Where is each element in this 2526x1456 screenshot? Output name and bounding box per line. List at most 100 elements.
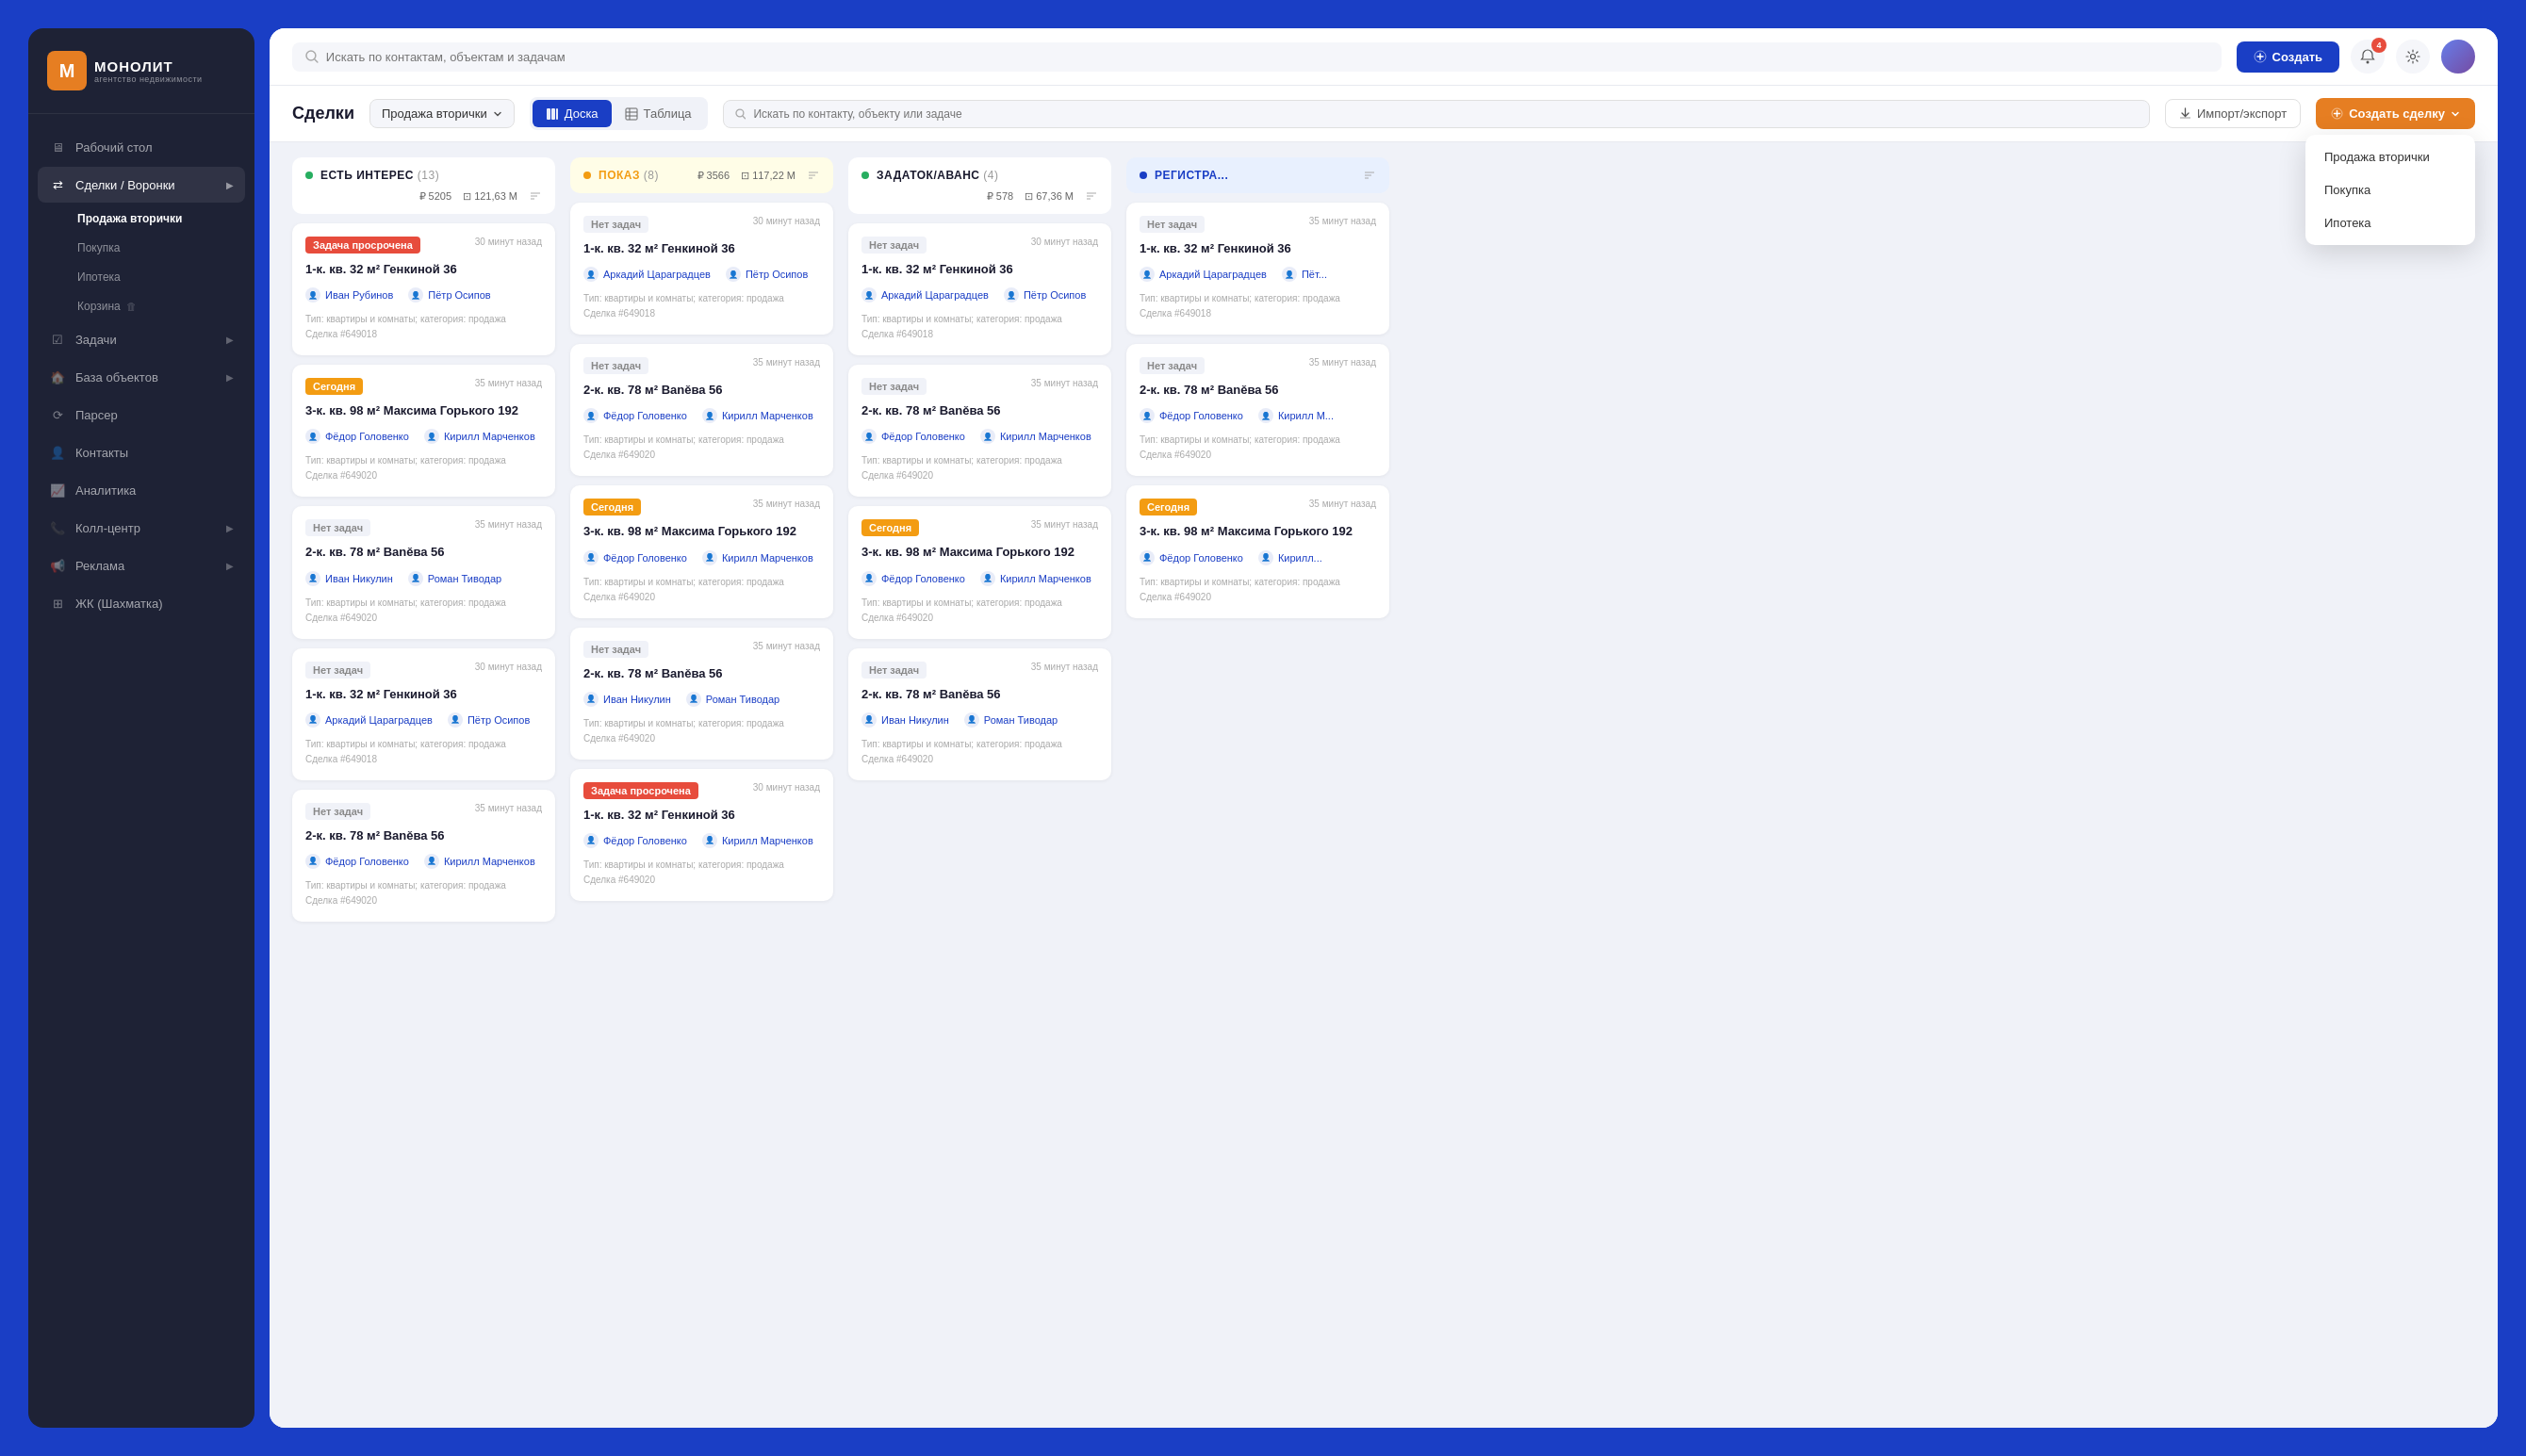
dropdown-item-purchase[interactable]: Покупка (2311, 173, 2469, 206)
view-toggle: Доска Таблица (530, 97, 708, 130)
avatar[interactable] (2441, 40, 2475, 74)
sidebar-item-mortgage[interactable]: Ипотека (66, 263, 245, 291)
sidebar-item-objects[interactable]: 🏠 База объектов ▶ (38, 359, 245, 395)
sidebar-label-analytics: Аналитика (75, 483, 136, 498)
global-search-input[interactable] (326, 50, 2208, 64)
kanban-card[interactable]: Нет задач 35 минут назад 2-к. кв. 78 м² … (848, 365, 1111, 497)
sidebar-item-tasks[interactable]: ☑ Задачи ▶ (38, 321, 245, 357)
column-title-registration: РЕГИСТРА... (1155, 169, 1228, 182)
kanban-card[interactable]: Нет задач 35 минут назад 2-к. кв. 78 м² … (570, 628, 833, 760)
sidebar-item-analytics[interactable]: 📈 Аналитика (38, 472, 245, 508)
task-badge: Задача просрочена (583, 782, 698, 799)
agent-2: 👤 Кирилл Марченков (424, 854, 535, 869)
import-export-button[interactable]: Импорт/экспорт (2165, 99, 2301, 128)
agent2-icon: 👤 (980, 429, 995, 444)
notification-badge: 4 (2371, 38, 2387, 53)
agent-1: 👤 Фёдор Головенко (305, 429, 409, 444)
logo-icon: M (47, 51, 87, 90)
card-type: Тип: квартиры и комнаты; категория: прод… (861, 737, 1098, 752)
global-search[interactable] (292, 42, 2222, 72)
tab-board[interactable]: Доска (533, 100, 612, 127)
sort-icon[interactable] (529, 189, 542, 203)
kanban-card[interactable]: Сегодня 35 минут назад 3-к. кв. 98 м² Ма… (848, 506, 1111, 638)
task-badge: Нет задач (861, 378, 927, 395)
tab-table[interactable]: Таблица (612, 100, 705, 127)
tasks-icon: ☑ (49, 331, 66, 348)
agent1-icon: 👤 (1140, 550, 1155, 565)
task-badge: Нет задач (305, 519, 370, 536)
sidebar-item-contacts[interactable]: 👤 Контакты (38, 434, 245, 470)
card-meta: Тип: квартиры и комнаты; категория: прод… (861, 596, 1098, 626)
notifications-button[interactable]: 4 (2351, 40, 2385, 74)
sidebar-item-ads[interactable]: 📢 Реклама ▶ (38, 548, 245, 583)
sidebar-label-jk: ЖК (Шахматка) (75, 597, 163, 611)
pipeline-selector[interactable]: Продажа вторички (369, 99, 515, 128)
deals-search-input[interactable] (753, 107, 2138, 121)
mortgage-label: Ипотека (77, 270, 121, 284)
kanban-card[interactable]: Сегодня 35 минут назад 3-к. кв. 98 м² Ма… (570, 485, 833, 617)
kanban-card[interactable]: Нет задач 30 минут назад 1-к. кв. 32 м² … (570, 203, 833, 335)
sidebar-item-workspace[interactable]: 🖥 Рабочий стол (38, 129, 245, 165)
create-deal-button[interactable]: Создать сделку (2316, 98, 2475, 129)
card-header: Нет задач 35 минут назад (861, 662, 1098, 679)
kanban-card[interactable]: Нет задач 35 минут назад 2-к. кв. 78 м² … (848, 648, 1111, 780)
kanban-card[interactable]: Нет задач 35 минут назад 2-к. кв. 78 м² … (1126, 344, 1389, 476)
sidebar-item-callcenter[interactable]: 📞 Колл-центр ▶ (38, 510, 245, 546)
agent-2: 👤 Роман Тиводар (964, 712, 1058, 728)
card-time: 35 минут назад (1309, 499, 1376, 509)
sort-icon[interactable] (807, 169, 820, 182)
deals-search[interactable] (723, 100, 2150, 128)
agent1-icon: 👤 (861, 429, 877, 444)
column-header-interest[interactable]: ЕСТЬ ИНТЕРЕС (13) ₽ 5205 ⊡ 121,63 М (292, 157, 555, 214)
sidebar-item-parser[interactable]: ⟳ Парсер (38, 397, 245, 433)
logo-title: МОНОЛИТ (94, 58, 203, 74)
card-meta: Тип: квартиры и комнаты; категория: прод… (305, 737, 542, 767)
kanban-card[interactable]: Нет задач 30 минут назад 1-к. кв. 32 м² … (848, 223, 1111, 355)
sort-icon[interactable] (1363, 169, 1376, 182)
sidebar-item-jk[interactable]: ⊞ ЖК (Шахматка) (38, 585, 245, 621)
dropdown-item-sale[interactable]: Продажа вторички (2311, 140, 2469, 173)
agent2-icon: 👤 (1282, 267, 1297, 282)
col-area-interest: ⊡ 121,63 М (463, 190, 517, 203)
create-deal-dropdown: Продажа вторички Покупка Ипотека (2305, 135, 2475, 245)
kanban-card[interactable]: Задача просрочена 30 минут назад 1-к. кв… (292, 223, 555, 355)
settings-button[interactable] (2396, 40, 2430, 74)
column-header-registration[interactable]: РЕГИСТРА... (1126, 157, 1389, 193)
agent-2: 👤 Кирилл Марченков (980, 571, 1091, 586)
kanban-card[interactable]: Нет задач 35 минут назад 2-к. кв. 78 м² … (570, 344, 833, 476)
kanban-card[interactable]: Нет задач 30 минут назад 1-к. кв. 32 м² … (292, 648, 555, 780)
agent2-icon: 👤 (424, 854, 439, 869)
create-main-button[interactable]: Создать (2237, 41, 2339, 73)
column-header-deposit[interactable]: ЗАДАТОК/АВАНС (4) ₽ 578 ⊡ 67,36 М (848, 157, 1111, 214)
sidebar-label-objects: База объектов (75, 370, 158, 384)
sidebar-item-sale-secondary[interactable]: Продажа вторички (66, 204, 245, 233)
agent2-name: Кирилл Марченков (1000, 431, 1091, 442)
sidebar-item-trash[interactable]: Корзина 🗑 (66, 292, 245, 320)
kanban-card[interactable]: Задача просрочена 30 минут назад 1-к. кв… (570, 769, 833, 901)
task-badge: Нет задач (1140, 357, 1205, 374)
card-deal: Сделка #649020 (305, 468, 542, 483)
agent-2: 👤 Кирилл... (1258, 550, 1322, 565)
sidebar-item-purchase[interactable]: Покупка (66, 234, 245, 262)
agent1-icon: 👤 (861, 712, 877, 728)
card-title: 2-к. кв. 78 м² Ваněва 56 (583, 665, 820, 682)
tasks-chevron-icon: ▶ (226, 335, 234, 345)
kanban-card[interactable]: Сегодня 35 минут назад 3-к. кв. 98 м² Ма… (292, 365, 555, 497)
col-indicator-showing (583, 172, 591, 179)
dropdown-item-mortgage[interactable]: Ипотека (2311, 206, 2469, 239)
sidebar-item-deals[interactable]: ⇄ Сделки / Воронки ▶ (38, 167, 245, 203)
sort-icon[interactable] (1085, 189, 1098, 203)
column-header-showing[interactable]: ПОКАЗ (8) ₽ 3566 ⊡ 117,22 М (570, 157, 833, 193)
kanban-card[interactable]: Нет задач 35 минут назад 1-к. кв. 32 м² … (1126, 203, 1389, 335)
main-content: Создать 4 (270, 28, 2498, 1428)
kanban-card[interactable]: Нет задач 35 минут назад 2-к. кв. 78 м² … (292, 790, 555, 922)
agent2-name: Кирилл... (1278, 552, 1322, 564)
card-agents: 👤 Фёдор Головенко 👤 Кирилл Марченков (583, 408, 820, 423)
card-time: 30 минут назад (753, 216, 820, 226)
card-header: Нет задач 35 минут назад (1140, 357, 1376, 374)
agent-1: 👤 Аркадий Цараградцев (861, 287, 989, 303)
card-agents: 👤 Фёдор Головенко 👤 Кирилл Марченков (861, 429, 1098, 444)
kanban-card[interactable]: Сегодня 35 минут назад 3-к. кв. 98 м² Ма… (1126, 485, 1389, 617)
col-money-interest: ₽ 5205 (419, 190, 452, 203)
kanban-card[interactable]: Нет задач 35 минут назад 2-к. кв. 78 м² … (292, 506, 555, 638)
